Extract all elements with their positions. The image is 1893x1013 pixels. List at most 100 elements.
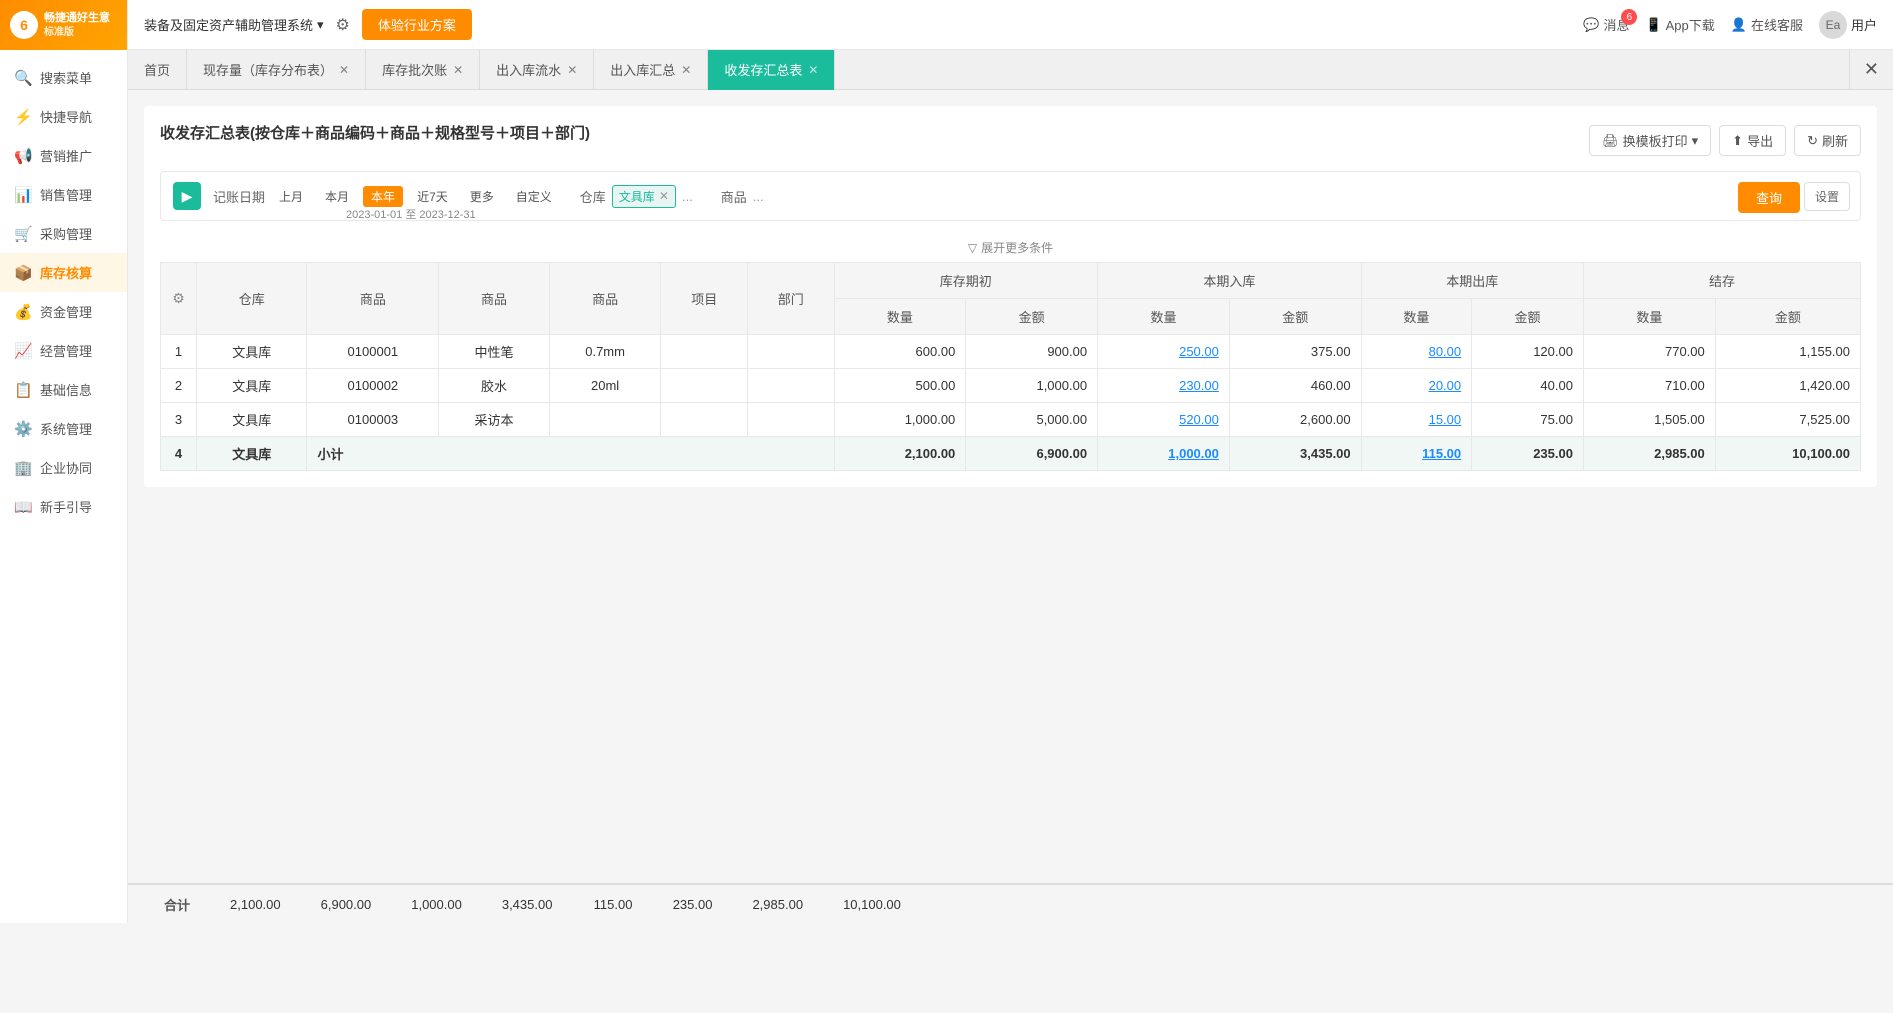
subtotal-label: 小计 xyxy=(307,437,834,471)
app-logo[interactable]: 6 畅捷通好生意 标准版 xyxy=(0,0,127,50)
row-opening-qty: 500.00 xyxy=(834,369,966,403)
row-no: 2 xyxy=(161,369,197,403)
row-opening-amount: 5,000.00 xyxy=(966,403,1098,437)
tab-batch-account[interactable]: 库存批次账 ✕ xyxy=(366,50,480,90)
warehouse-more-button[interactable]: ... xyxy=(682,189,693,204)
date-btn-custom[interactable]: 自定义 xyxy=(508,186,560,207)
row-out-qty-link[interactable]: 15.00 xyxy=(1361,403,1472,437)
tab-close-icon[interactable]: ✕ xyxy=(808,63,818,77)
footer-balance-amount: 10,100.00 xyxy=(823,897,921,912)
tab-inout-flow[interactable]: 出入库流水 ✕ xyxy=(480,50,594,90)
row-balance-amount: 7,525.00 xyxy=(1715,403,1860,437)
footer-out-amount: 235.00 xyxy=(652,897,732,912)
tab-inout-summary[interactable]: 出入库汇总 ✕ xyxy=(594,50,708,90)
sidebar-item-operations[interactable]: 📈 经营管理 xyxy=(0,331,127,370)
online-service-button[interactable]: 👤 在线客服 xyxy=(1731,15,1803,34)
export-label: 导出 xyxy=(1747,131,1773,150)
date-btn-last-month[interactable]: 上月 xyxy=(271,186,311,207)
main-content: 收发存汇总表(按仓库＋商品编码＋商品＋规格型号＋项目＋部门) 🖨 换模板打印 ▾… xyxy=(128,90,1893,923)
sidebar-item-label: 企业协同 xyxy=(40,458,92,477)
tab-close-icon[interactable]: ✕ xyxy=(567,63,577,77)
user-menu-button[interactable]: Ea 用户 xyxy=(1819,11,1877,39)
settings-gear-icon[interactable]: ⚙ xyxy=(336,15,350,35)
tab-close-icon[interactable]: ✕ xyxy=(339,63,349,77)
tab-inventory-distribution[interactable]: 现存量（库存分布表） ✕ xyxy=(187,50,366,90)
sidebar-item-guide[interactable]: 📖 新手引导 xyxy=(0,487,127,526)
sidebar-item-finance[interactable]: 💰 资金管理 xyxy=(0,292,127,331)
row-product-code: 0100001 xyxy=(307,335,439,369)
column-settings-icon[interactable]: ⚙ xyxy=(172,290,185,306)
sidebar-item-system[interactable]: ⚙️ 系统管理 xyxy=(0,409,127,448)
row-opening-qty: 600.00 xyxy=(834,335,966,369)
footer-in-qty: 1,000.00 xyxy=(391,897,482,912)
row-out-qty-link[interactable]: 20.00 xyxy=(1361,369,1472,403)
date-btn-more[interactable]: 更多 xyxy=(462,186,502,207)
print-template-button[interactable]: 🖨 换模板打印 ▾ xyxy=(1589,125,1711,156)
sidebar-item-enterprise[interactable]: 🏢 企业协同 xyxy=(0,448,127,487)
product-more-button[interactable]: ... xyxy=(753,189,764,204)
row-project xyxy=(661,369,748,403)
expand-more-conditions[interactable]: ▽ 展开更多条件 xyxy=(160,233,1861,262)
filter-settings-button[interactable]: 设置 xyxy=(1804,182,1850,211)
tab-receipt-summary[interactable]: 收发存汇总表 ✕ xyxy=(708,50,835,90)
row-product-spec xyxy=(549,403,661,437)
close-all-tabs-button[interactable]: ✕ xyxy=(1849,50,1893,90)
sidebar-item-purchase[interactable]: 🛒 采购管理 xyxy=(0,214,127,253)
refresh-button[interactable]: ↻ 刷新 xyxy=(1794,125,1861,156)
row-out-qty-link[interactable]: 80.00 xyxy=(1361,335,1472,369)
message-button[interactable]: 💬 消息 6 xyxy=(1583,15,1629,34)
row-in-qty-link[interactable]: 250.00 xyxy=(1098,335,1230,369)
sidebar-item-label: 采购管理 xyxy=(40,224,92,243)
topbar-right: 💬 消息 6 📱 App下载 👤 在线客服 Ea 用户 xyxy=(1583,11,1877,39)
tab-close-icon[interactable]: ✕ xyxy=(681,63,691,77)
sidebar-item-search[interactable]: 🔍 搜索菜单 xyxy=(0,58,127,97)
sidebar-item-marketing[interactable]: 📢 营销推广 xyxy=(0,136,127,175)
refresh-label: 刷新 xyxy=(1822,131,1848,150)
query-button[interactable]: 查询 xyxy=(1738,182,1800,213)
sidebar-item-quicknav[interactable]: ⚡ 快捷导航 xyxy=(0,97,127,136)
trial-button[interactable]: 体验行业方案 xyxy=(362,9,472,40)
export-icon: ⬆ xyxy=(1732,133,1743,149)
col-in-amount-header: 金额 xyxy=(1229,299,1361,335)
tab-label: 出入库汇总 xyxy=(610,60,675,79)
dropdown-chevron-icon: ▾ xyxy=(317,17,324,33)
warehouse-tag: 文具库 ✕ xyxy=(612,185,676,208)
warehouse-label: 仓库 xyxy=(580,187,606,206)
footer-out-qty: 115.00 xyxy=(572,897,652,912)
app-download-button[interactable]: 📱 App下载 xyxy=(1645,15,1714,34)
tab-home[interactable]: 首页 xyxy=(128,50,187,90)
tab-close-icon[interactable]: ✕ xyxy=(453,63,463,77)
row-in-qty-link[interactable]: 520.00 xyxy=(1098,403,1230,437)
finance-icon: 💰 xyxy=(14,303,32,321)
subtotal-out-qty[interactable]: 115.00 xyxy=(1361,437,1472,471)
sidebar-item-label: 基础信息 xyxy=(40,380,92,399)
expand-icon: ▽ xyxy=(968,241,977,255)
sidebar-item-sales[interactable]: 📊 销售管理 xyxy=(0,175,127,214)
service-icon: 👤 xyxy=(1731,17,1747,33)
refresh-icon: ↻ xyxy=(1807,133,1818,149)
col-in-qty-header: 数量 xyxy=(1098,299,1230,335)
date-btn-this-month[interactable]: 本月 xyxy=(317,186,357,207)
sidebar-item-inventory[interactable]: 📦 库存核算 xyxy=(0,253,127,292)
system-title-text: 装备及固定资产辅助管理系统 xyxy=(144,15,313,34)
remove-warehouse-icon[interactable]: ✕ xyxy=(659,189,669,203)
subtotal-in-qty[interactable]: 1,000.00 xyxy=(1098,437,1230,471)
row-out-amount: 40.00 xyxy=(1472,369,1584,403)
sidebar-item-basics[interactable]: 📋 基础信息 xyxy=(0,370,127,409)
row-product-spec: 0.7mm xyxy=(549,335,661,369)
topbar: 装备及固定资产辅助管理系统 ▾ ⚙ 体验行业方案 💬 消息 6 📱 App下载 … xyxy=(128,0,1893,50)
date-btn-7days[interactable]: 近7天 xyxy=(409,186,456,207)
row-balance-qty: 710.00 xyxy=(1583,369,1715,403)
expand-label: 展开更多条件 xyxy=(981,239,1053,256)
sidebar-item-label: 库存核算 xyxy=(40,263,92,282)
date-btn-this-year[interactable]: 本年 xyxy=(363,186,403,207)
page-title: 收发存汇总表(按仓库＋商品编码＋商品＋规格型号＋项目＋部门) xyxy=(160,122,590,143)
export-button[interactable]: ⬆ 导出 xyxy=(1719,125,1786,156)
row-product-code: 0100003 xyxy=(307,403,439,437)
system-title-dropdown[interactable]: 装备及固定资产辅助管理系统 ▾ xyxy=(144,15,324,34)
row-opening-qty: 1,000.00 xyxy=(834,403,966,437)
table-row: 2 文具库 0100002 胶水 20ml 500.00 1,000.00 23… xyxy=(161,369,1861,403)
data-table: ⚙ 仓库 商品 商品 商品 项目 部门 库存期初 本期入库 本期出库 结存 数量… xyxy=(160,262,1861,471)
row-in-qty-link[interactable]: 230.00 xyxy=(1098,369,1230,403)
filter-toggle-button[interactable]: ▶ xyxy=(173,182,201,210)
